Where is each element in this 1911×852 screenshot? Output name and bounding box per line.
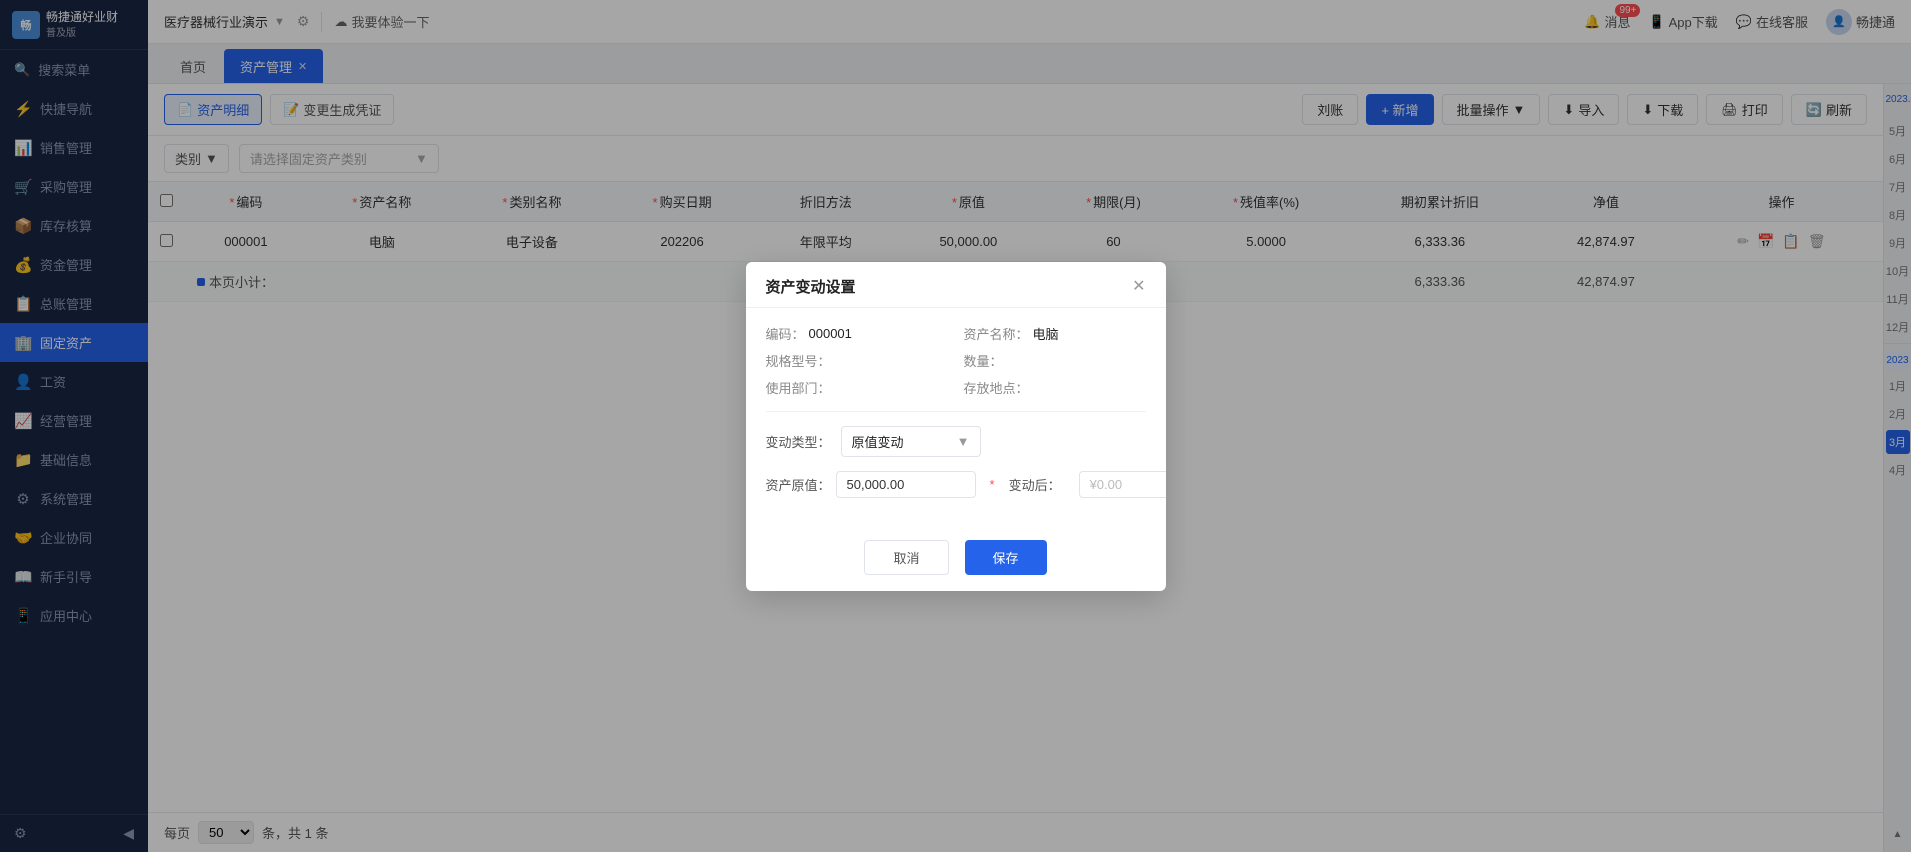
after-change-label: 变动后： bbox=[1009, 475, 1069, 494]
info-location: 存放地点： bbox=[964, 378, 1146, 397]
after-change-placeholder: ¥0.00 bbox=[1090, 477, 1166, 492]
quantity-label: 数量： bbox=[964, 351, 1003, 370]
dialog-info-grid: 编码： 000001 资产名称： 电脑 规格型号： 数量： 使用部门： bbox=[766, 324, 1146, 412]
dialog-overlay: 资产变动设置 ✕ 编码： 000001 资产名称： 电脑 规格型号： 数 bbox=[0, 0, 1911, 852]
info-code: 编码： 000001 bbox=[766, 324, 948, 343]
asset-change-dialog: 资产变动设置 ✕ 编码： 000001 资产名称： 电脑 规格型号： 数 bbox=[746, 262, 1166, 591]
save-button[interactable]: 保存 bbox=[965, 540, 1047, 575]
dialog-header: 资产变动设置 ✕ bbox=[746, 262, 1166, 308]
cancel-button[interactable]: 取消 bbox=[864, 540, 948, 575]
after-change-input[interactable]: ¥0.00 bbox=[1079, 471, 1166, 498]
spec-label: 规格型号： bbox=[766, 351, 831, 370]
required-star: * bbox=[990, 477, 995, 492]
dialog-title: 资产变动设置 bbox=[766, 276, 856, 297]
dialog-footer: 取消 保存 bbox=[746, 528, 1166, 591]
dialog-close-icon[interactable]: ✕ bbox=[1132, 276, 1145, 296]
asset-original-value: 50,000.00 bbox=[847, 477, 965, 492]
change-type-field: 变动类型： 原值变动 ▼ bbox=[766, 426, 1146, 457]
change-type-select[interactable]: 原值变动 ▼ bbox=[841, 426, 981, 457]
change-type-dropdown-icon: ▼ bbox=[957, 434, 970, 449]
asset-value-field: 资产原值： 50,000.00 * 变动后： ¥0.00 bbox=[766, 471, 1146, 498]
change-type-label: 变动类型： bbox=[766, 432, 831, 451]
asset-name-value: 电脑 bbox=[1033, 324, 1059, 343]
asset-original-value-display: 50,000.00 bbox=[836, 471, 976, 498]
info-quantity: 数量： bbox=[964, 351, 1146, 370]
location-label: 存放地点： bbox=[964, 378, 1029, 397]
asset-name-label: 资产名称： bbox=[964, 324, 1029, 343]
dept-label: 使用部门： bbox=[766, 378, 831, 397]
dialog-body: 编码： 000001 资产名称： 电脑 规格型号： 数量： 使用部门： bbox=[746, 308, 1166, 528]
code-label: 编码： bbox=[766, 324, 805, 343]
info-dept: 使用部门： bbox=[766, 378, 948, 397]
change-type-value: 原值变动 bbox=[852, 432, 949, 451]
asset-original-label: 资产原值： bbox=[766, 475, 826, 494]
info-spec: 规格型号： bbox=[766, 351, 948, 370]
code-value: 000001 bbox=[809, 326, 852, 341]
info-asset-name: 资产名称： 电脑 bbox=[964, 324, 1146, 343]
